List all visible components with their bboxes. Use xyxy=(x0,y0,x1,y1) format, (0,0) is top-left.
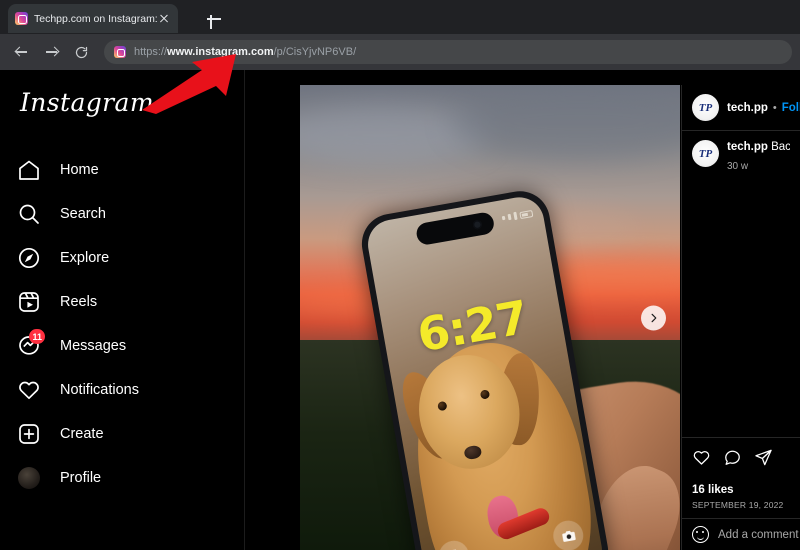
url-prefix: https:// xyxy=(134,46,168,58)
home-icon xyxy=(14,155,44,185)
post-date: SEPTEMBER 19, 2022 xyxy=(692,500,784,510)
plus-square-icon xyxy=(14,419,44,449)
sidebar-item-label: Profile xyxy=(60,470,102,486)
caption-line: tech.pp Back xyxy=(727,140,790,156)
sidebar-item-reels[interactable]: Reels xyxy=(0,280,245,324)
separator-dot: • xyxy=(772,101,777,114)
emoji-icon[interactable] xyxy=(692,526,709,543)
share-icon[interactable] xyxy=(754,448,773,472)
sidebar-item-search[interactable]: Search xyxy=(0,192,245,236)
post-username[interactable]: tech.pp xyxy=(727,102,768,114)
caption-timestamp: 30 w xyxy=(727,160,749,172)
sidebar-item-label: Explore xyxy=(60,250,110,266)
site-favicon xyxy=(114,46,126,58)
browser-toolbar: https://www.instagram.com/p/CisYjvNP6VB/ xyxy=(0,34,800,70)
sidebar: Instagram Home Search Explore Reels 11 M… xyxy=(0,70,245,550)
post-caption-area: TP tech.pp Back 30 w xyxy=(682,131,800,437)
sidebar-item-label: Reels xyxy=(60,294,98,310)
address-bar[interactable]: https://www.instagram.com/p/CisYjvNP6VB/ xyxy=(104,40,792,64)
follow-button[interactable]: Foll xyxy=(782,102,800,114)
search-icon xyxy=(14,199,44,229)
caption-row: TP tech.pp Back 30 w xyxy=(692,140,790,172)
sidebar-item-label: Search xyxy=(60,206,106,222)
url-path: /p/CisYjvNP6VB/ xyxy=(273,46,357,58)
instagram-logo[interactable]: Instagram xyxy=(20,88,154,117)
sidebar-item-create[interactable]: Create xyxy=(0,412,245,456)
messages-badge: 11 xyxy=(29,329,45,344)
messenger-icon: 11 xyxy=(14,329,45,361)
avatar-initials: TP xyxy=(698,147,713,160)
avatar[interactable]: TP xyxy=(692,140,719,167)
comment-icon[interactable] xyxy=(723,448,742,472)
close-icon[interactable] xyxy=(157,12,171,26)
sidebar-item-label: Messages xyxy=(60,338,127,354)
browser-chrome: Techpp.com on Instagram: "Back https://w… xyxy=(0,0,800,70)
sidebar-item-messages[interactable]: 11 Messages xyxy=(0,324,245,368)
post-media[interactable]: 6:27 xyxy=(300,85,680,550)
heart-icon[interactable] xyxy=(692,448,711,472)
post-actions: 16 likes SEPTEMBER 19, 2022 xyxy=(682,437,800,518)
avatar-initials: TP xyxy=(698,101,713,114)
compass-icon xyxy=(14,243,44,273)
sidebar-item-label: Notifications xyxy=(60,382,139,398)
back-button[interactable] xyxy=(8,39,34,65)
forward-button[interactable] xyxy=(38,39,64,65)
url-domain: www.instagram.com xyxy=(167,46,274,58)
sidebar-item-profile[interactable]: Profile xyxy=(0,456,245,500)
instagram-app: Instagram Home Search Explore Reels 11 M… xyxy=(0,70,800,550)
new-tab-button[interactable] xyxy=(204,9,224,29)
heart-icon xyxy=(14,375,44,405)
sidebar-item-explore[interactable]: Explore xyxy=(0,236,245,280)
action-icon-row xyxy=(692,448,790,472)
tab-title: Techpp.com on Instagram: "Back xyxy=(34,12,157,25)
sidebar-item-home[interactable]: Home xyxy=(0,148,245,192)
post-info-panel: TP tech.pp • Foll TP tech.pp Back 30 w xyxy=(681,85,800,550)
comment-input[interactable]: Add a comment xyxy=(718,529,799,541)
post-header: TP tech.pp • Foll xyxy=(682,85,800,131)
avatar[interactable]: TP xyxy=(692,94,719,121)
sidebar-item-notifications[interactable]: Notifications xyxy=(0,368,245,412)
browser-tab[interactable]: Techpp.com on Instagram: "Back xyxy=(8,4,178,33)
instagram-favicon xyxy=(15,12,28,25)
sidebar-item-label: Home xyxy=(60,162,99,178)
caption-body: Back xyxy=(771,141,790,153)
sidebar-nav: Home Search Explore Reels 11 Messages No… xyxy=(0,148,245,500)
caption-username[interactable]: tech.pp xyxy=(727,141,768,153)
caption-text-block: tech.pp Back 30 w xyxy=(727,140,790,172)
front-camera-icon xyxy=(472,219,483,230)
carousel-next-button[interactable] xyxy=(641,305,666,330)
comment-input-row[interactable]: Add a comment xyxy=(682,518,800,550)
url-text: https://www.instagram.com/p/CisYjvNP6VB/ xyxy=(134,46,356,58)
sidebar-item-label: Create xyxy=(60,426,104,442)
reels-icon xyxy=(14,287,44,317)
reload-icon[interactable] xyxy=(68,39,94,65)
tab-strip: Techpp.com on Instagram: "Back xyxy=(0,0,800,34)
likes-count[interactable]: 16 likes xyxy=(692,484,790,496)
profile-avatar xyxy=(14,463,44,493)
